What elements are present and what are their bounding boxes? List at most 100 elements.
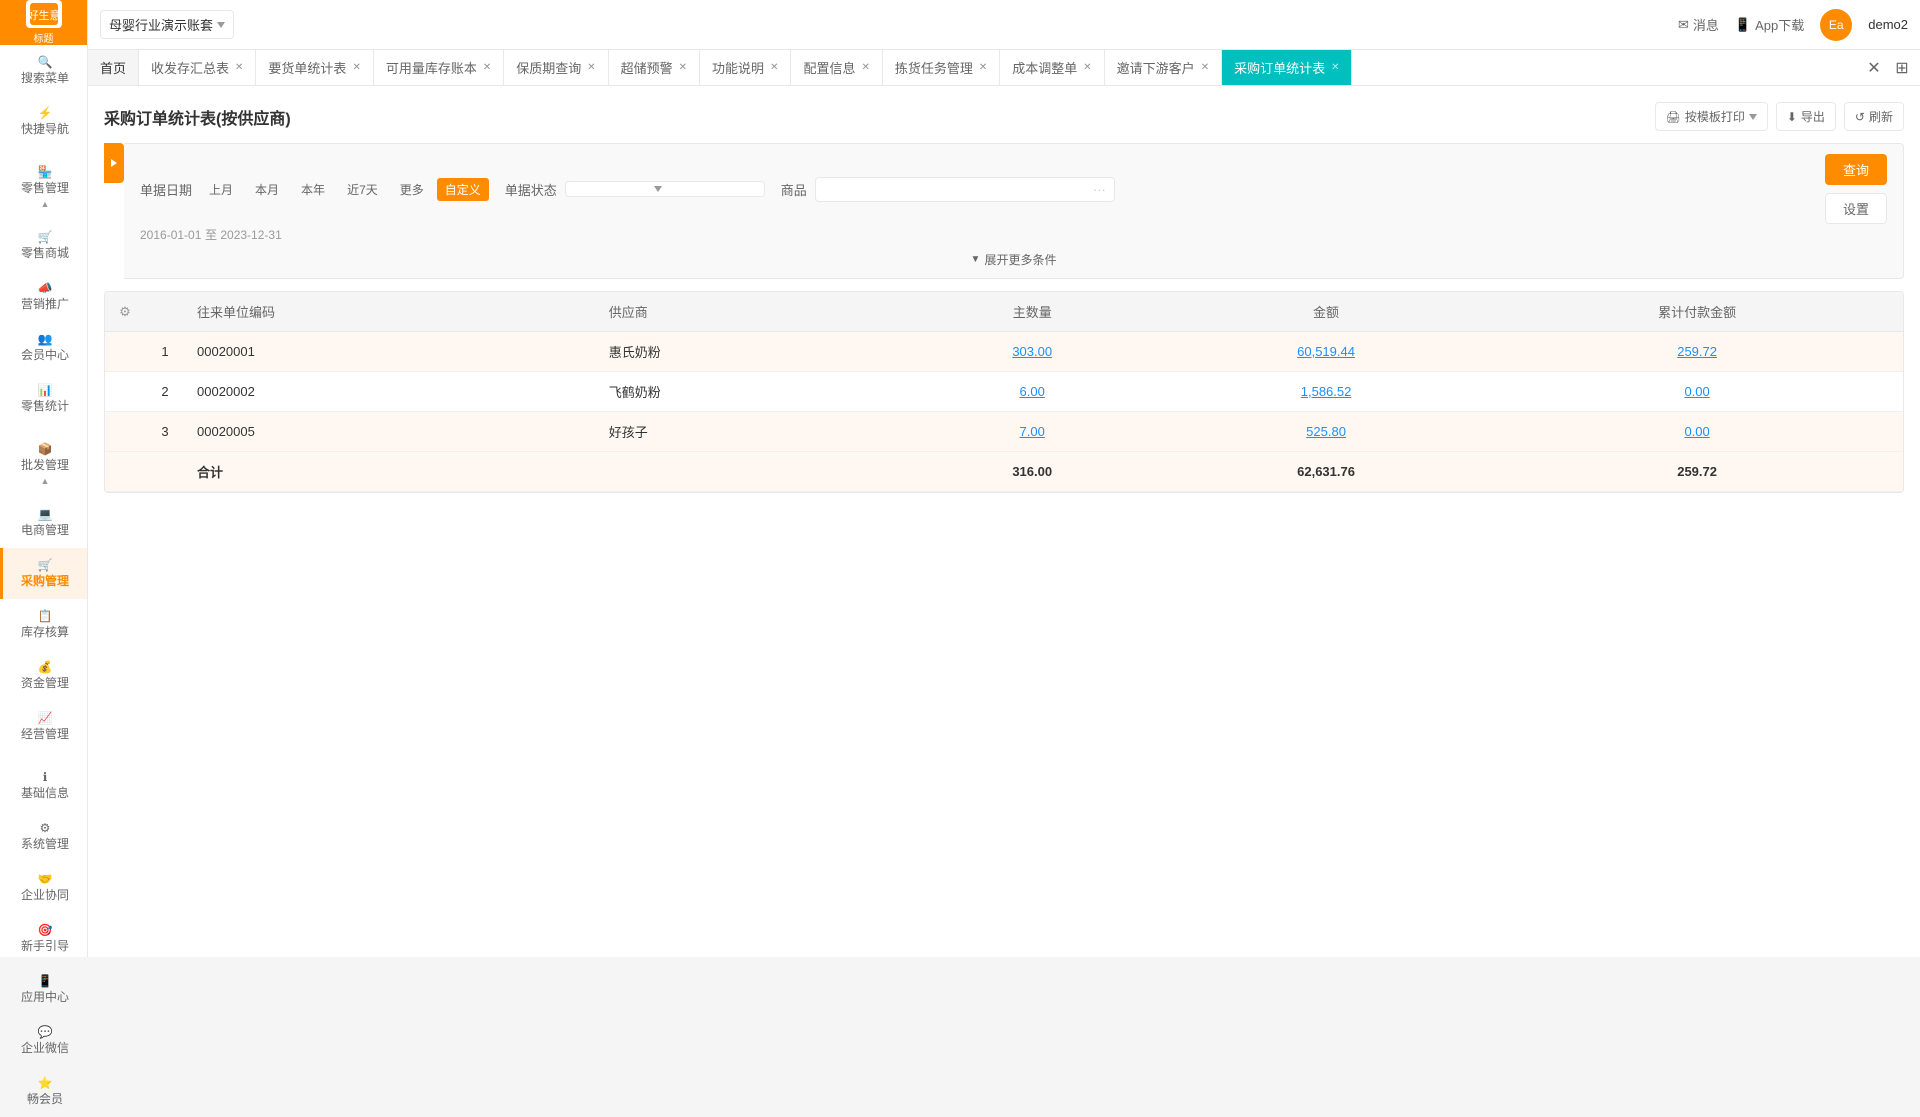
export-btn[interactable]: ⬇ 导出 [1776, 102, 1836, 131]
amount-link[interactable]: 60,519.44 [1297, 344, 1355, 359]
cell-rownum: 1 [145, 332, 185, 372]
refresh-btn[interactable]: ↺ 刷新 [1844, 102, 1904, 131]
tab-shoufahuihui[interactable]: 收发存汇总表 ✕ [139, 50, 256, 86]
tab-home[interactable]: 首页 [88, 50, 139, 86]
table-row[interactable]: 1 00020001 惠氏奶粉 303.00 60,519.44 259.72 [105, 332, 1903, 372]
purchase-icon: 🛒 [7, 558, 83, 572]
tab-baozhi[interactable]: 保质期查询 ✕ [504, 50, 608, 86]
app-logo[interactable]: 好生意 标题 [0, 0, 87, 45]
tab-close-chaochuyujing[interactable]: ✕ [679, 62, 687, 73]
tab-close-keyongliang[interactable]: ✕ [483, 62, 491, 73]
more-icon[interactable]: ··· [1093, 182, 1106, 197]
sidebar-item-quick[interactable]: ⚡ 快捷导航 [0, 96, 87, 147]
sidebar-item-retail[interactable]: 🏪 零售管理 ▲ [0, 155, 87, 220]
settings-col-icon[interactable]: ⚙ [119, 304, 131, 319]
sidebar-item-corpwx[interactable]: 💬 企业微信 [0, 1015, 87, 1066]
date-custom-badge[interactable]: 自定义 [437, 178, 489, 201]
sidebar-item-biz[interactable]: 📈 经营管理 [0, 701, 87, 752]
sidebar-item-ecom[interactable]: 💻 电商管理 [0, 497, 87, 548]
sidebar-item-search[interactable]: 🔍 搜索菜单 [0, 45, 87, 96]
tab-caigoutongji[interactable]: 采购订单统计表 ✕ [1222, 50, 1352, 86]
date-shortcuts: 上月 本月 本年 近7天 更多 自定义 [200, 178, 489, 201]
main-area: 母婴行业演示账套 ✉ 消息 📱 App下载 Ea demo2 首页 收发存汇总表… [88, 0, 1920, 957]
tab-expand-btn[interactable]: ⊞ [1888, 54, 1916, 82]
sidebar-item-system[interactable]: ⚙ 系统管理 [0, 811, 87, 862]
table-header-row: ⚙ 往来单位编码 供应商 主数量 金额 [105, 292, 1903, 332]
sidebar-item-shop[interactable]: 🛒 零售商城 [0, 220, 87, 271]
shop-icon: 🛒 [7, 230, 83, 244]
sidebar-item-retailstat[interactable]: 📊 零售统计 [0, 373, 87, 424]
tab-close-gongneng[interactable]: ✕ [770, 62, 778, 73]
qty-link[interactable]: 6.00 [1020, 384, 1045, 399]
tab-close-zhuohuo[interactable]: ✕ [979, 62, 987, 73]
sidebar-item-finance[interactable]: 💰 资金管理 [0, 650, 87, 701]
user-avatar[interactable]: Ea [1820, 9, 1852, 41]
paid-link[interactable]: 0.00 [1684, 384, 1709, 399]
sidebar-item-basic[interactable]: ℹ 基础信息 [0, 760, 87, 811]
topbar: 母婴行业演示账套 ✉ 消息 📱 App下载 Ea demo2 [88, 0, 1920, 50]
cell-qty: 6.00 [904, 372, 1161, 412]
expand-more-btn[interactable]: ▼ 展开更多条件 [140, 251, 1887, 268]
account-dropdown[interactable]: 母婴行业演示账套 [100, 10, 234, 39]
tab-close-yaoqing[interactable]: ✕ [1201, 62, 1209, 73]
goods-input[interactable] [824, 182, 1093, 197]
tab-close-baozhi[interactable]: ✕ [587, 62, 595, 73]
app-download-btn[interactable]: 📱 App下载 [1735, 15, 1804, 34]
sidebar-item-purchase[interactable]: 🛒 采购管理 [0, 548, 87, 599]
tab-keyongliang[interactable]: 可用量库存账本 ✕ [374, 50, 504, 86]
template-dropdown-arrow [1749, 114, 1757, 120]
qty-link[interactable]: 303.00 [1012, 344, 1052, 359]
table-head: ⚙ 往来单位编码 供应商 主数量 金额 [105, 292, 1903, 332]
date-filter-label: 单据日期 [140, 180, 192, 199]
sidebar-item-member[interactable]: 👥 会员中心 [0, 322, 87, 373]
tab-close-yaohuodantongji[interactable]: ✕ [352, 62, 360, 73]
sidebar-item-wholesale[interactable]: 📦 批发管理 ▲ [0, 432, 87, 497]
date-shortcut-7days[interactable]: 近7天 [338, 178, 387, 201]
date-shortcut-this-year[interactable]: 本年 [292, 178, 334, 201]
date-shortcut-this-month[interactable]: 本月 [246, 178, 288, 201]
paid-link[interactable]: 259.72 [1677, 344, 1717, 359]
tab-close-chengben[interactable]: ✕ [1083, 62, 1091, 73]
sidebar-item-vip[interactable]: ⭐ 畅会员 [0, 1066, 87, 1117]
sidebar-item-appcenter[interactable]: 📱 应用中心 [0, 964, 87, 1015]
finance-icon: 💰 [7, 660, 83, 674]
date-shortcut-last-month[interactable]: 上月 [200, 178, 242, 201]
status-select[interactable] [565, 181, 765, 197]
tab-chengben[interactable]: 成本调整单 ✕ [1000, 50, 1104, 86]
paid-link[interactable]: 0.00 [1684, 424, 1709, 439]
table-row[interactable]: 2 00020002 飞鹤奶粉 6.00 1,586.52 0.00 [105, 372, 1903, 412]
cell-settings [105, 332, 145, 372]
sidebar-item-inventory[interactable]: 📋 库存核算 [0, 599, 87, 650]
table-row[interactable]: 3 00020005 好孩子 7.00 525.80 0.00 [105, 412, 1903, 452]
tab-peizhi-label: 配置信息 [803, 58, 855, 77]
filter-expand-btn[interactable] [104, 143, 124, 183]
tab-gongneng[interactable]: 功能说明 ✕ [700, 50, 791, 86]
col-amount: 金额 [1161, 292, 1491, 332]
tab-close-shoufahuihui[interactable]: ✕ [235, 62, 243, 73]
tab-close-caigoutongji[interactable]: ✕ [1331, 62, 1339, 73]
tab-chaochuyujing[interactable]: 超储预警 ✕ [609, 50, 700, 86]
date-shortcut-more[interactable]: 更多 [391, 178, 433, 201]
message-btn[interactable]: ✉ 消息 [1678, 15, 1719, 34]
tab-yaohuodantongji[interactable]: 要货单统计表 ✕ [256, 50, 373, 86]
tab-close-peizhi[interactable]: ✕ [861, 62, 869, 73]
sidebar-item-corp[interactable]: 🤝 企业协同 [0, 862, 87, 913]
sidebar-item-newbie[interactable]: 🎯 新手引导 [0, 913, 87, 964]
filter-container: 单据日期 上月 本月 本年 近7天 更多 自定义 单据状态 [104, 143, 1904, 279]
cell-amount: 60,519.44 [1161, 332, 1491, 372]
amount-link[interactable]: 525.80 [1306, 424, 1346, 439]
filter-body: 单据日期 上月 本月 本年 近7天 更多 自定义 单据状态 [124, 143, 1904, 279]
sidebar-item-marketing[interactable]: 📣 营销推广 [0, 271, 87, 322]
filter-row-1: 单据日期 上月 本月 本年 近7天 更多 自定义 单据状态 [140, 154, 1887, 224]
template-print-btn[interactable]: 🖨 按模板打印 [1655, 102, 1768, 131]
tab-peizhi[interactable]: 配置信息 ✕ [791, 50, 882, 86]
query-btn[interactable]: 查询 [1825, 154, 1887, 185]
qty-link[interactable]: 7.00 [1020, 424, 1045, 439]
amount-link[interactable]: 1,586.52 [1301, 384, 1352, 399]
cell-settings [105, 412, 145, 452]
settings-btn[interactable]: 设置 [1825, 193, 1887, 224]
tab-zhuohuo[interactable]: 拣货任务管理 ✕ [883, 50, 1000, 86]
tab-close-all-btn[interactable]: ✕ [1860, 54, 1888, 82]
tab-yaoqing[interactable]: 邀请下游客户 ✕ [1105, 50, 1222, 86]
cell-amount: 525.80 [1161, 412, 1491, 452]
